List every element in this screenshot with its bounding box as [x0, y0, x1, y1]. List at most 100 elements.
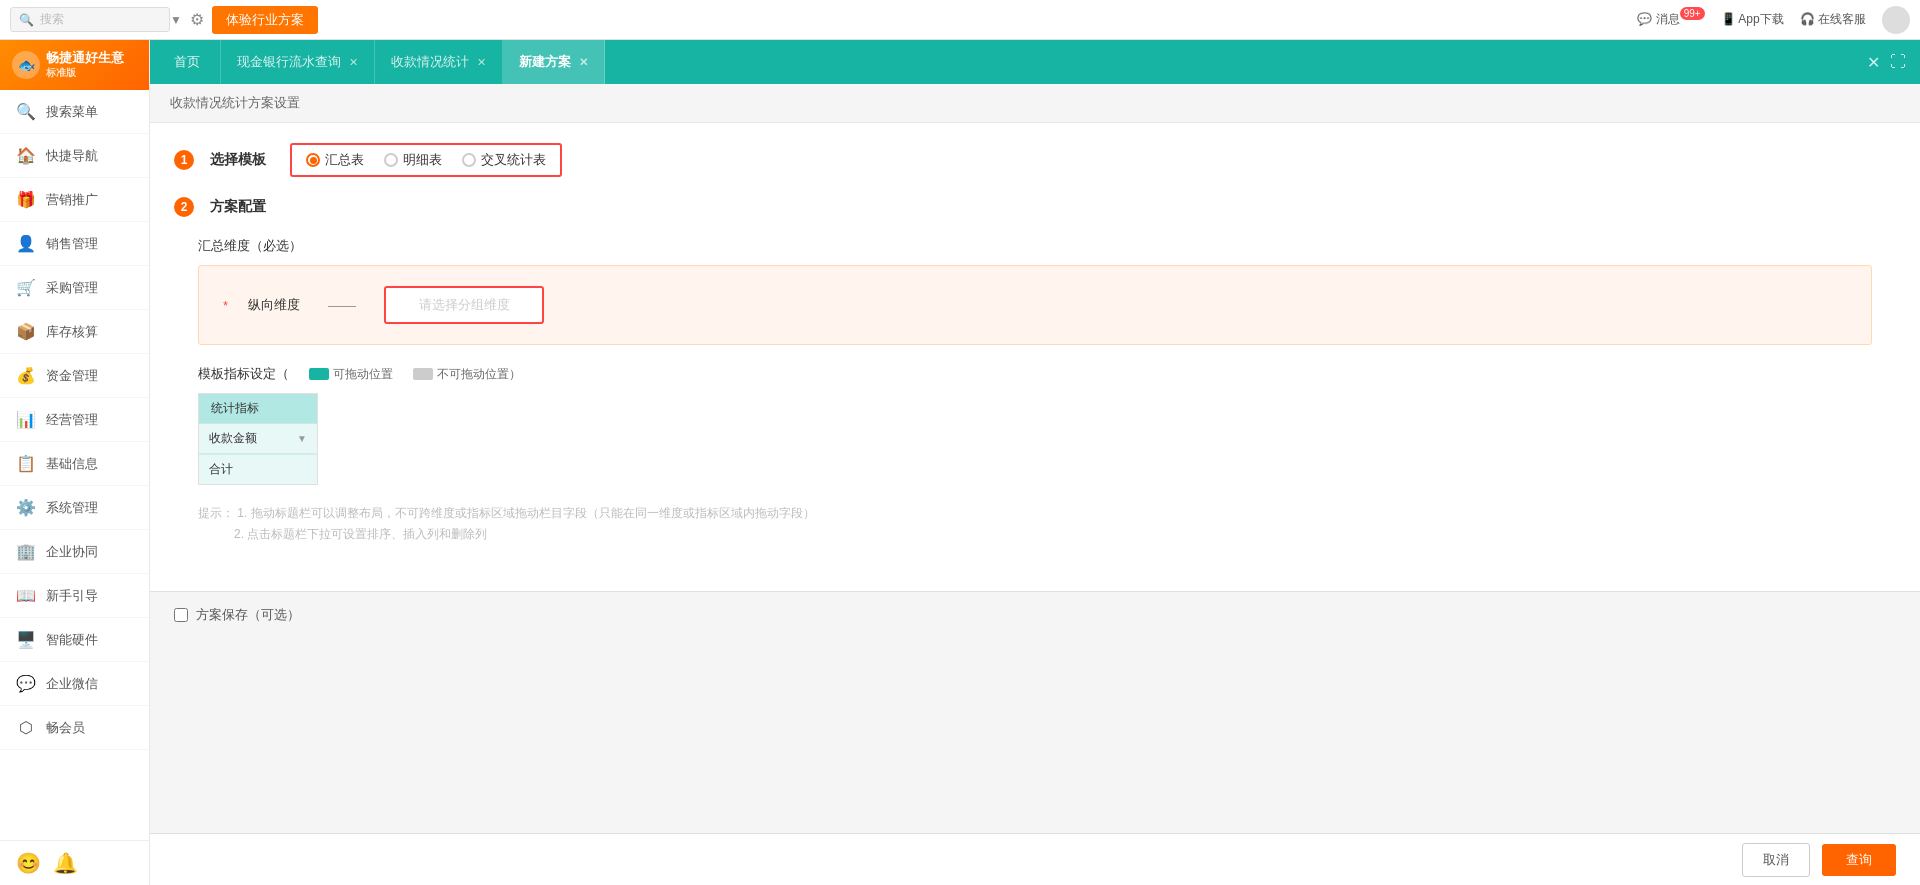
radio-cross-circle: [462, 153, 476, 167]
operations-icon: 📊: [16, 410, 36, 429]
fixed-tag: 不可拖动位置）: [413, 366, 521, 383]
sidebar-item-sales[interactable]: 👤 销售管理: [0, 222, 149, 266]
app-download[interactable]: 📱 App下载: [1721, 11, 1784, 28]
tab-home[interactable]: 首页: [154, 40, 221, 84]
member-icon: ⬡: [16, 718, 36, 737]
movable-color-rect: [309, 368, 329, 380]
tab-close-window-btn[interactable]: ✕: [1867, 53, 1880, 72]
main-layout: 🐟 畅捷通好生意 标准版 🔍 搜索菜单 🏠 快捷导航 🎁 营销推广 👤 销售管理: [0, 40, 1920, 885]
tab-cash-bank[interactable]: 现金银行流水查询 ✕: [221, 40, 375, 84]
search-icon: 🔍: [19, 13, 34, 27]
sidebar-item-quick-nav[interactable]: 🏠 快捷导航: [0, 134, 149, 178]
stats-table: 统计指标 收款金额 ▼ 合计: [198, 393, 318, 485]
fixed-color-rect: [413, 368, 433, 380]
notification-area[interactable]: 💬 消息99+: [1637, 11, 1704, 28]
sidebar-item-inventory[interactable]: 📦 库存核算: [0, 310, 149, 354]
header-dropdown-chevron[interactable]: ▼: [170, 13, 182, 27]
header-search[interactable]: 🔍 搜索: [10, 7, 170, 32]
radio-summary-circle: [306, 153, 320, 167]
sidebar-item-corp-collab[interactable]: 🏢 企业协同: [0, 530, 149, 574]
save-section: 方案保存（可选）: [150, 591, 1920, 638]
dimension-box: * 纵向维度 —— 请选择分组维度: [198, 265, 1872, 345]
sidebar: 🐟 畅捷通好生意 标准版 🔍 搜索菜单 🏠 快捷导航 🎁 营销推广 👤 销售管理: [0, 40, 150, 885]
tab-maximize-btn[interactable]: ⛶: [1890, 53, 1906, 71]
query-button[interactable]: 查询: [1822, 844, 1896, 876]
footer-icon-1[interactable]: 😊: [16, 851, 41, 875]
step2-label: 方案配置: [210, 198, 266, 216]
dimension-section: 汇总维度（必选） * 纵向维度 —— 请选择分组维度: [198, 237, 1872, 345]
radio-detail[interactable]: 明细表: [384, 151, 442, 169]
sales-icon: 👤: [16, 234, 36, 253]
content-area: 首页 现金银行流水查询 ✕ 收款情况统计 ✕ 新建方案 ✕ ✕ ⛶ 收款情况统计…: [150, 40, 1920, 885]
dimension-title: 汇总维度（必选）: [198, 237, 1872, 255]
user-avatar[interactable]: [1882, 6, 1910, 34]
sidebar-item-member[interactable]: ⬡ 畅会员: [0, 706, 149, 750]
form-section: 1 选择模板 汇总表 明细表 交叉统计表: [150, 123, 1920, 591]
step1-badge: 1: [174, 150, 194, 170]
corp-collab-icon: 🏢: [16, 542, 36, 561]
arrow-icon: ——: [328, 297, 356, 313]
indicator-header: 模板指标设定（ 可拖动位置 不可拖动位置）: [198, 365, 1872, 383]
inventory-icon: 📦: [16, 322, 36, 341]
footer-bar: 取消 查询: [150, 833, 1920, 885]
system-icon: ⚙️: [16, 498, 36, 517]
finance-icon: 💰: [16, 366, 36, 385]
cancel-button[interactable]: 取消: [1742, 843, 1810, 877]
hint-area: 提示： 1. 拖动标题栏可以调整布局，不可跨维度或指标区域拖动栏目字段（只能在同…: [198, 505, 1872, 543]
top-header: 🔍 搜索 ▼ ⚙ 体验行业方案 💬 消息99+ 📱 App下载 🎧 在线客服: [0, 0, 1920, 40]
trial-button[interactable]: 体验行业方案: [212, 6, 318, 34]
config-area: 汇总维度（必选） * 纵向维度 —— 请选择分组维度: [174, 237, 1896, 571]
step2-header-row: 2 方案配置: [174, 197, 1896, 217]
page-title: 收款情况统计方案设置: [150, 84, 1920, 123]
sidebar-item-operations[interactable]: 📊 经营管理: [0, 398, 149, 442]
indicator-section: 模板指标设定（ 可拖动位置 不可拖动位置）: [198, 365, 1872, 543]
logo-icon: 🐟: [12, 51, 40, 79]
sidebar-item-purchase[interactable]: 🛒 采购管理: [0, 266, 149, 310]
sidebar-item-smart-hw[interactable]: 🖥️ 智能硬件: [0, 618, 149, 662]
tab-close-cash-bank[interactable]: ✕: [349, 56, 358, 69]
sidebar-item-weixin[interactable]: 💬 企业微信: [0, 662, 149, 706]
sidebar-logo: 🐟 畅捷通好生意 标准版: [0, 40, 149, 90]
weixin-icon: 💬: [16, 674, 36, 693]
sidebar-item-system[interactable]: ⚙️ 系统管理: [0, 486, 149, 530]
quick-nav-icon: 🏠: [16, 146, 36, 165]
indicator-header-title: 模板指标设定（: [198, 365, 289, 383]
stats-table-header: 统计指标: [199, 394, 317, 424]
stats-cell-amount[interactable]: 收款金额 ▼: [199, 424, 317, 454]
sidebar-item-search-menu[interactable]: 🔍 搜索菜单: [0, 90, 149, 134]
sidebar-item-marketing[interactable]: 🎁 营销推广: [0, 178, 149, 222]
tab-bar-actions: ✕ ⛶: [1867, 53, 1916, 72]
stats-cell-amount-label: 收款金额: [209, 430, 257, 447]
tab-new-plan[interactable]: 新建方案 ✕: [503, 40, 605, 84]
stats-cell-chevron[interactable]: ▼: [297, 433, 307, 444]
header-right-area: 💬 消息99+ 📱 App下载 🎧 在线客服: [1637, 6, 1910, 34]
step2-badge: 2: [174, 197, 194, 217]
page-content: 收款情况统计方案设置 1 选择模板 汇总表 明细表: [150, 84, 1920, 833]
save-checkbox[interactable]: [174, 608, 188, 622]
radio-summary[interactable]: 汇总表: [306, 151, 364, 169]
movable-tag: 可拖动位置: [309, 366, 393, 383]
radio-detail-circle: [384, 153, 398, 167]
online-service[interactable]: 🎧 在线客服: [1800, 11, 1866, 28]
search-placeholder: 搜索: [40, 11, 64, 28]
step2-section: 2 方案配置 汇总维度（必选） * 纵向维度 —— 请: [174, 197, 1896, 571]
sidebar-item-guide[interactable]: 📖 新手引导: [0, 574, 149, 618]
purchase-icon: 🛒: [16, 278, 36, 297]
tab-receipts[interactable]: 收款情况统计 ✕: [375, 40, 503, 84]
sidebar-footer: 😊 🔔: [0, 840, 149, 885]
required-star: *: [223, 298, 228, 313]
radio-cross[interactable]: 交叉统计表: [462, 151, 546, 169]
marketing-icon: 🎁: [16, 190, 36, 209]
dimension-placeholder[interactable]: 请选择分组维度: [384, 286, 544, 324]
step1-label: 选择模板: [210, 151, 266, 169]
footer-icon-2[interactable]: 🔔: [53, 851, 78, 875]
template-radio-group: 汇总表 明细表 交叉统计表: [290, 143, 562, 177]
stats-total: 合计: [199, 454, 317, 484]
settings-icon[interactable]: ⚙: [190, 10, 204, 29]
sidebar-item-base-info[interactable]: 📋 基础信息: [0, 442, 149, 486]
sidebar-nav: 🔍 搜索菜单 🏠 快捷导航 🎁 营销推广 👤 销售管理 🛒 采购管理 📦: [0, 90, 149, 840]
tab-close-receipts[interactable]: ✕: [477, 56, 486, 69]
sidebar-item-finance[interactable]: 💰 资金管理: [0, 354, 149, 398]
tab-close-new-plan[interactable]: ✕: [579, 56, 588, 69]
guide-icon: 📖: [16, 586, 36, 605]
